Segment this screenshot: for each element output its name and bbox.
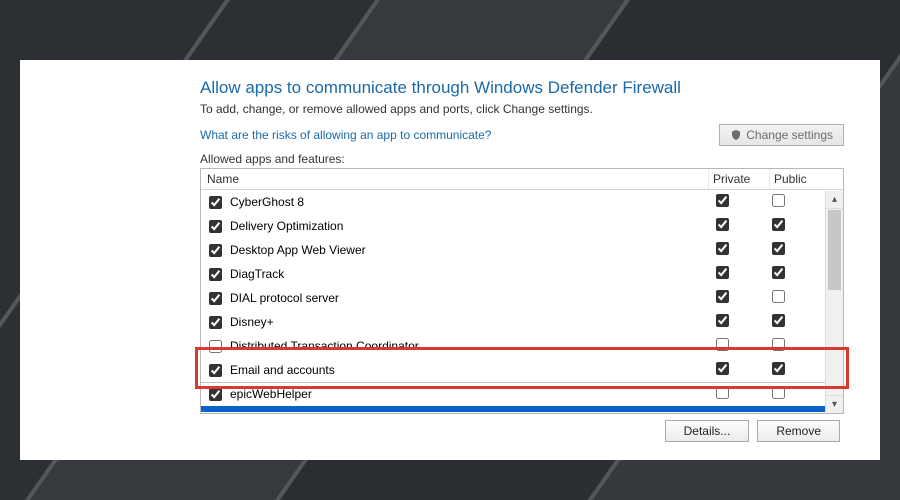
row-private-checkbox[interactable] (716, 266, 729, 279)
table-row[interactable]: DIAL protocol server (201, 286, 826, 310)
table-row[interactable]: CyberGhost 8 (201, 190, 826, 214)
list-header: Name Private Public (201, 169, 843, 190)
row-name-label: epicWebHelper (230, 387, 312, 401)
firewall-allowed-apps-panel: Allow apps to communicate through Window… (20, 60, 880, 460)
table-row[interactable]: Distributed Transaction Coordinator (201, 334, 826, 358)
table-row[interactable]: Desktop App Web Viewer (201, 238, 826, 262)
row-enable-checkbox[interactable] (209, 340, 222, 353)
row-name-label: Delivery Optimization (230, 219, 343, 233)
row-enable-checkbox[interactable] (209, 244, 222, 257)
row-name-label: Disney+ (230, 315, 274, 329)
scroll-thumb[interactable] (828, 210, 841, 290)
row-name-label: Desktop App Web Viewer (230, 243, 366, 257)
row-public-checkbox[interactable] (772, 362, 785, 375)
change-settings-label: Change settings (746, 128, 833, 142)
page-title: Allow apps to communicate through Window… (200, 78, 844, 98)
row-enable-checkbox[interactable] (209, 412, 222, 413)
col-header-public[interactable]: Public (770, 169, 826, 189)
row-enable-checkbox[interactable] (209, 268, 222, 281)
row-private-checkbox[interactable] (716, 338, 729, 351)
row-name-label: Email and accounts (230, 363, 335, 377)
row-private-checkbox[interactable] (716, 194, 729, 207)
scroll-down-button[interactable]: ▾ (826, 395, 843, 413)
row-private-checkbox[interactable] (716, 242, 729, 255)
table-row[interactable]: Disney+ (201, 310, 826, 334)
page-subtitle: To add, change, or remove allowed apps a… (200, 102, 844, 116)
row-public-checkbox[interactable] (772, 338, 785, 351)
row-name-label: CyberGhost 8 (230, 195, 304, 209)
table-row[interactable]: DiagTrack (201, 262, 826, 286)
row-public-checkbox[interactable] (772, 266, 785, 279)
scroll-up-button[interactable]: ▴ (826, 191, 843, 209)
risk-link[interactable]: What are the risks of allowing an app to… (200, 128, 491, 142)
shield-icon (730, 129, 742, 141)
table-row[interactable]: Delivery Optimization (201, 214, 826, 238)
row-name-label: ExpressVPN (230, 411, 298, 412)
row-private-checkbox[interactable] (716, 410, 729, 412)
row-private-checkbox[interactable] (716, 314, 729, 327)
change-settings-button[interactable]: Change settings (719, 124, 844, 146)
remove-button[interactable]: Remove (757, 420, 840, 442)
row-private-checkbox[interactable] (716, 290, 729, 303)
row-enable-checkbox[interactable] (209, 364, 222, 377)
row-enable-checkbox[interactable] (209, 292, 222, 305)
row-public-checkbox[interactable] (772, 314, 785, 327)
row-enable-checkbox[interactable] (209, 220, 222, 233)
row-enable-checkbox[interactable] (209, 196, 222, 209)
details-button[interactable]: Details... (665, 420, 750, 442)
row-private-checkbox[interactable] (716, 362, 729, 375)
row-enable-checkbox[interactable] (209, 316, 222, 329)
row-private-checkbox[interactable] (716, 386, 729, 399)
col-header-name[interactable]: Name (201, 169, 709, 189)
row-enable-checkbox[interactable] (209, 388, 222, 401)
allowed-apps-list: Name Private Public CyberGhost 8 Delivery… (200, 168, 844, 414)
table-row[interactable]: epicWebHelper (201, 382, 826, 406)
row-public-checkbox[interactable] (772, 386, 785, 399)
vertical-scrollbar[interactable]: ▴ ▾ (825, 191, 843, 413)
row-public-checkbox[interactable] (772, 218, 785, 231)
row-name-label: Distributed Transaction Coordinator (230, 339, 419, 353)
row-name-label: DIAL protocol server (230, 291, 339, 305)
desktop-background: Allow apps to communicate through Window… (0, 0, 900, 500)
row-public-checkbox[interactable] (772, 242, 785, 255)
row-public-checkbox[interactable] (772, 290, 785, 303)
row-public-checkbox[interactable] (772, 410, 785, 412)
row-public-checkbox[interactable] (772, 194, 785, 207)
row-name-label: DiagTrack (230, 267, 284, 281)
list-rows: CyberGhost 8 Delivery Optimization Desktop… (201, 190, 826, 412)
list-label: Allowed apps and features: (200, 152, 844, 166)
table-row[interactable]: ExpressVPN (201, 406, 826, 412)
row-private-checkbox[interactable] (716, 218, 729, 231)
table-row[interactable]: Email and accounts (201, 358, 826, 382)
col-header-private[interactable]: Private (709, 169, 770, 189)
